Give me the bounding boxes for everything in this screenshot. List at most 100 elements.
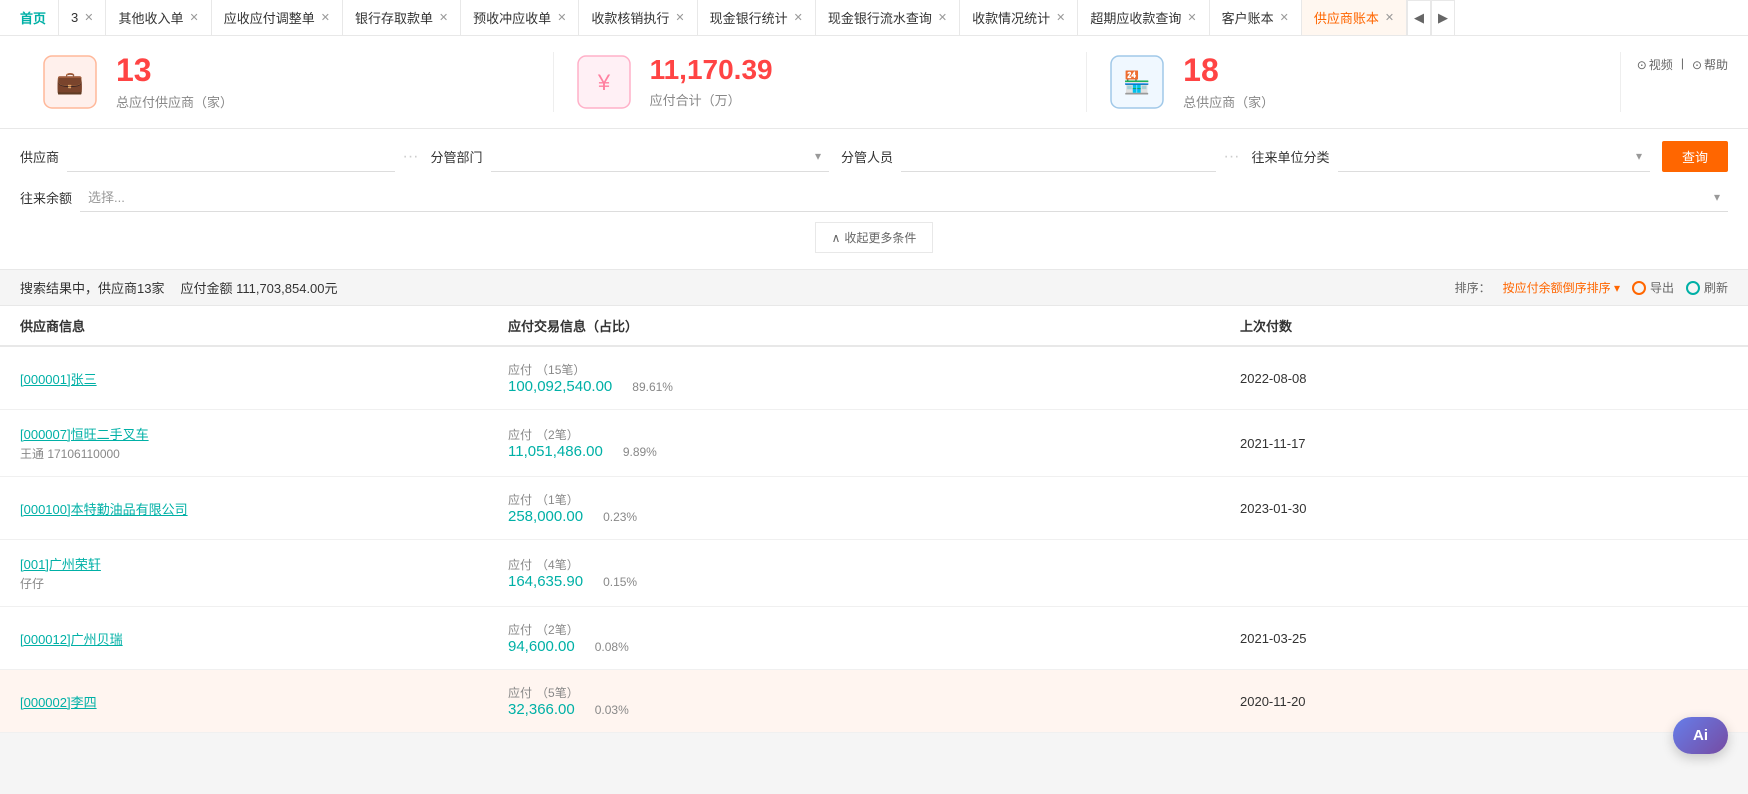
- supplier-link[interactable]: [001]广州荣轩: [20, 554, 508, 573]
- nav-tab-bank-deposit-close[interactable]: ✕: [439, 11, 448, 24]
- payable-label: 应付: [508, 684, 532, 701]
- summary-bar: 💼 13 总应付供应商（家） ¥ 11,170.39 应付合计（万） 🏪: [0, 36, 1748, 129]
- nav-tab-receipt-exec-close[interactable]: ✕: [675, 11, 684, 24]
- last-pay-date: 2020-11-20: [1240, 694, 1306, 709]
- nav-tab-customer-ledger-label: 客户账本: [1222, 8, 1274, 27]
- filter-bar: 供应商 ··· 分管部门 ▾ 分管人员 ··· 往来单位分类 ▾ 查询: [0, 129, 1748, 270]
- payable-amount[interactable]: 164,635.90: [508, 573, 583, 590]
- payable-row: 应付 （1笔）: [508, 491, 1240, 508]
- summary-info-total-suppliers: 18 总供应商（家）: [1183, 53, 1274, 111]
- nav-tab-prepay-ar[interactable]: 预收冲应收单 ✕: [461, 0, 579, 36]
- nav-tab-ar-ap-adjust-label: 应收应付调整单: [224, 8, 315, 27]
- export-button[interactable]: 导出: [1632, 279, 1674, 296]
- filter-dept-label: 分管部门: [431, 147, 483, 166]
- payable-amount[interactable]: 11,051,486.00: [508, 443, 603, 460]
- refresh-button[interactable]: 刷新: [1686, 279, 1728, 296]
- nav-tab-ar-ap-adjust[interactable]: 应收应付调整单 ✕: [212, 0, 343, 36]
- collapse-button[interactable]: ∧ 收起更多条件: [815, 222, 934, 253]
- video-link[interactable]: ⊙ 视频: [1637, 56, 1673, 73]
- collapse-chevron-icon: ∧: [832, 231, 841, 245]
- nav-tab-cash-bank-flow-close[interactable]: ✕: [938, 11, 947, 24]
- nav-tab-receipt-stats[interactable]: 收款情况统计 ✕: [960, 0, 1078, 36]
- dept-select[interactable]: ▾: [491, 142, 829, 172]
- category-select[interactable]: ▾: [1338, 142, 1650, 172]
- nav-tab-home[interactable]: 首页: [8, 0, 59, 36]
- nav-tab-other-income[interactable]: 其他收入单 ✕: [106, 0, 211, 36]
- last-pay-cell: 2020-11-20: [1240, 694, 1728, 709]
- nav-tab-bank-deposit[interactable]: 银行存取款单 ✕: [343, 0, 461, 36]
- last-pay-date: 2023-01-30: [1240, 501, 1307, 516]
- nav-tab-supplier-ledger-close[interactable]: ✕: [1385, 11, 1394, 24]
- nav-tab-receipt-stats-label: 收款情况统计: [972, 8, 1050, 27]
- person-dots[interactable]: ···: [1224, 148, 1240, 166]
- help-link[interactable]: ⊙ 帮助: [1692, 56, 1728, 73]
- filter-category: 往来单位分类 ▾: [1252, 142, 1651, 172]
- payable-info-cell: 应付 （4笔） 164,635.90 0.15%: [508, 556, 1240, 590]
- payable-amount[interactable]: 258,000.00: [508, 508, 583, 525]
- supplier-link[interactable]: [000100]本特勤油品有限公司: [20, 499, 508, 518]
- result-bar-right: 排序： 按应付余额倒序排序 ▾ 导出 刷新: [1455, 279, 1728, 296]
- supplier-input[interactable]: [67, 142, 395, 172]
- nav-tab-receipt-exec-label: 收款核销执行: [591, 8, 669, 27]
- nav-tab-other-income-label: 其他收入单: [118, 8, 183, 27]
- supplier-dots[interactable]: ···: [403, 148, 419, 166]
- nav-tab-cash-bank-stats-close[interactable]: ✕: [794, 11, 803, 24]
- refresh-label: 刷新: [1704, 279, 1728, 296]
- help-icon: ⊙: [1692, 58, 1702, 72]
- payable-percent: 89.61%: [632, 380, 673, 394]
- supplier-link[interactable]: [000001]张三: [20, 369, 508, 388]
- export-icon: [1632, 281, 1646, 295]
- last-pay-date: 2021-11-17: [1240, 436, 1306, 451]
- total-suppliers-label: 总供应商（家）: [1183, 92, 1274, 111]
- nav-tab-prepay-ar-label: 预收冲应收单: [473, 8, 551, 27]
- sort-select[interactable]: 按应付余额倒序排序 ▾: [1503, 279, 1620, 296]
- nav-tab-customer-ledger-close[interactable]: ✕: [1280, 11, 1289, 24]
- supplier-sub: 王通 17106110000: [20, 445, 508, 462]
- nav-tab-receipt-exec[interactable]: 收款核销执行 ✕: [579, 0, 697, 36]
- nav-tab-receipt-stats-close[interactable]: ✕: [1056, 11, 1065, 24]
- filter-supplier: 供应商 ···: [20, 142, 419, 172]
- result-bar-left: 搜索结果中，供应商13家 应付金额 111,703,854.00元: [20, 278, 338, 297]
- payable-row: 应付 （15笔）: [508, 361, 1240, 378]
- nav-tab-overdue-ar-close[interactable]: ✕: [1187, 11, 1196, 24]
- payable-count: （15笔）: [536, 361, 585, 378]
- last-pay-cell: 2022-08-08: [1240, 371, 1728, 386]
- payable-amount[interactable]: 100,092,540.00: [508, 378, 612, 395]
- nav-arrow-right[interactable]: ▶: [1431, 0, 1455, 36]
- person-input[interactable]: [901, 142, 1216, 172]
- svg-text:¥: ¥: [596, 70, 610, 95]
- nav-tab-cash-bank-flow[interactable]: 现金银行流水查询 ✕: [816, 0, 960, 36]
- payable-info-cell: 应付 （2笔） 94,600.00 0.08%: [508, 621, 1240, 655]
- nav-tab-3[interactable]: 3 ✕: [59, 0, 106, 36]
- nav-tab-supplier-ledger[interactable]: 供应商账本 ✕: [1302, 0, 1407, 36]
- table-header: 供应商信息 应付交易信息（占比） 上次付数: [0, 306, 1748, 347]
- filter-category-label: 往来单位分类: [1252, 147, 1330, 166]
- payable-label: 应付: [508, 361, 532, 378]
- nav-arrow-left[interactable]: ◀: [1407, 0, 1431, 36]
- supplier-link[interactable]: [000012]广州贝瑞: [20, 629, 508, 648]
- query-button[interactable]: 查询: [1662, 141, 1728, 172]
- payable-label: 应付: [508, 621, 532, 638]
- payable-count: （2笔）: [536, 426, 579, 443]
- supplier-link[interactable]: [000007]恒旺二手叉车: [20, 424, 508, 443]
- payable-amount[interactable]: 32,366.00: [508, 701, 575, 718]
- table-row: [000002]李四 应付 （5笔） 32,366.00 0.03% 2020-…: [0, 670, 1748, 733]
- export-label: 导出: [1650, 279, 1674, 296]
- summary-card-total-suppliers: 🏪 18 总供应商（家）: [1087, 52, 1621, 112]
- table-row: [000012]广州贝瑞 应付 （2笔） 94,600.00 0.08% 202…: [0, 607, 1748, 670]
- nav-tab-home-label: 首页: [20, 8, 46, 27]
- balance-select[interactable]: 选择... ▾: [80, 182, 1728, 212]
- ai-button[interactable]: Ai: [1673, 717, 1728, 754]
- nav-tab-prepay-ar-close[interactable]: ✕: [557, 11, 566, 24]
- nav-tab-other-income-close[interactable]: ✕: [189, 11, 198, 24]
- supplier-link[interactable]: [000002]李四: [20, 692, 508, 711]
- nav-tab-customer-ledger[interactable]: 客户账本 ✕: [1210, 0, 1302, 36]
- balance-dropdown-icon: ▾: [1714, 190, 1720, 204]
- table-row: [001]广州荣轩 仔仔 应付 （4笔） 164,635.90 0.15%: [0, 540, 1748, 607]
- nav-tab-3-close[interactable]: ✕: [84, 11, 93, 24]
- filter-person: 分管人员 ···: [841, 142, 1240, 172]
- payable-amount[interactable]: 94,600.00: [508, 638, 575, 655]
- nav-tab-ar-ap-adjust-close[interactable]: ✕: [321, 11, 330, 24]
- nav-tab-cash-bank-stats[interactable]: 现金银行统计 ✕: [698, 0, 816, 36]
- nav-tab-overdue-ar[interactable]: 超期应收款查询 ✕: [1078, 0, 1209, 36]
